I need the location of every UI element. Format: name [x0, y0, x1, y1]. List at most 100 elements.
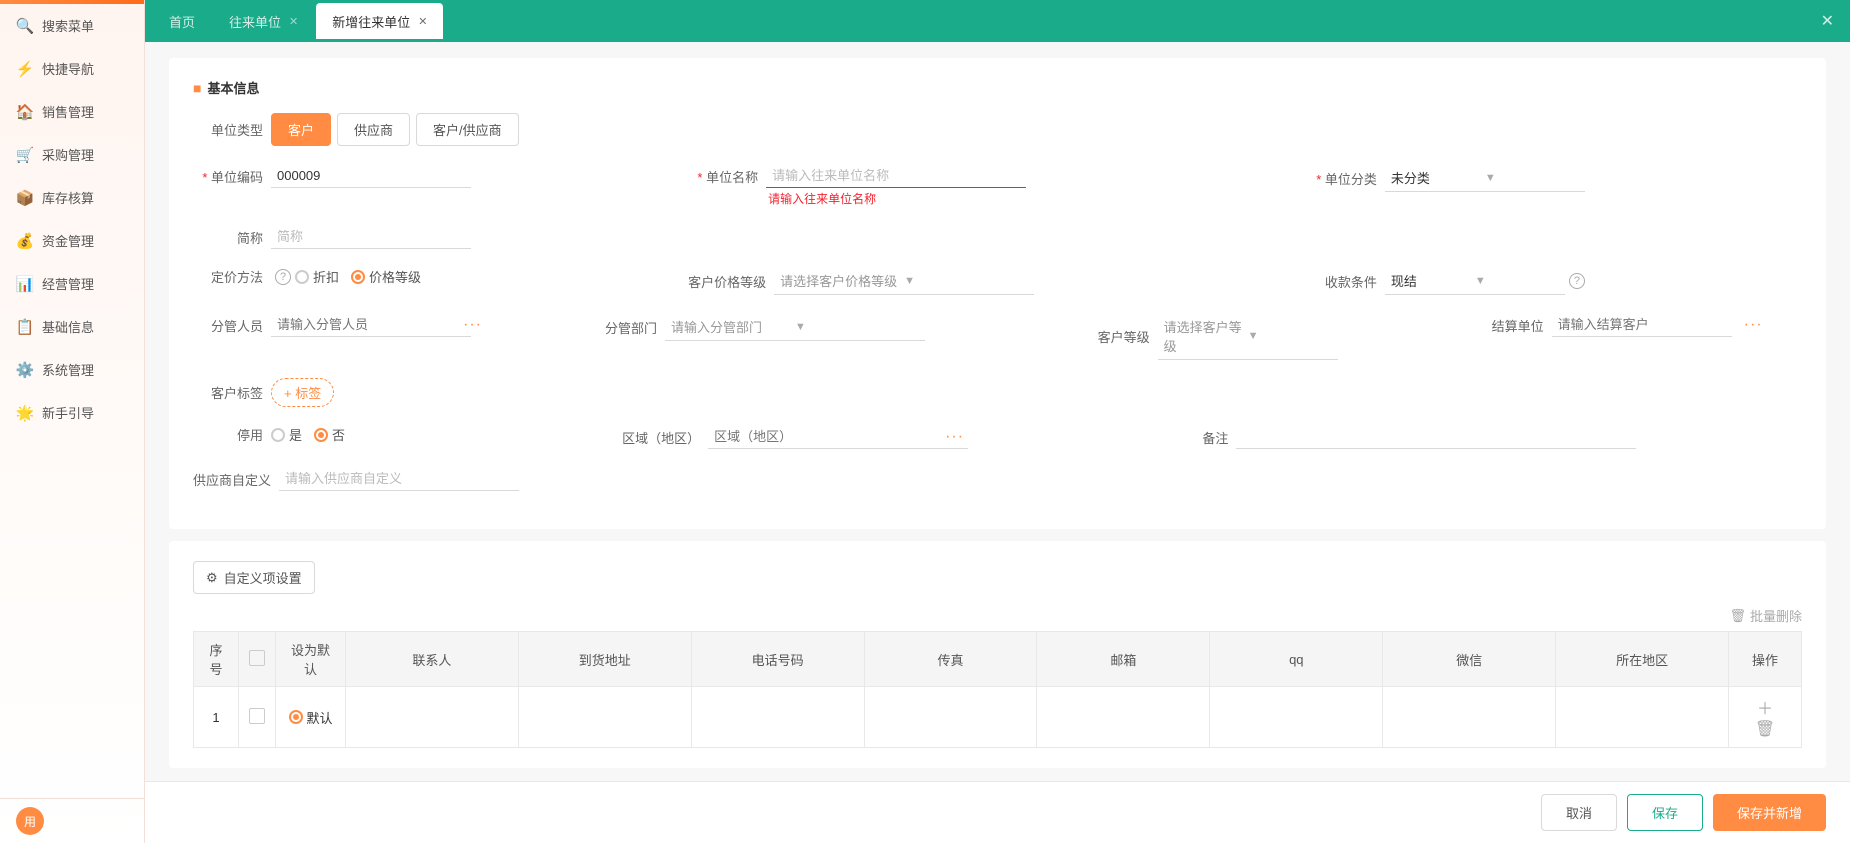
row-phone-input[interactable] — [702, 710, 854, 725]
sidebar-item-operations[interactable]: 📊 经营管理 — [0, 262, 144, 305]
row-add-button[interactable]: ＋ — [1753, 695, 1777, 719]
unit-type-row: 单位类型 客户 供应商 客户/供应商 — [193, 113, 1802, 146]
sidebar-item-system[interactable]: ⚙️ 系统管理 — [0, 348, 144, 391]
customer-level-placeholder: 请选择客户等级 — [1164, 317, 1248, 355]
unit-type-both[interactable]: 客户/供应商 — [416, 113, 519, 146]
dept-label: 分管部门 — [587, 318, 657, 337]
tab-new-trading-partner[interactable]: 新增往来单位 ✕ — [316, 3, 443, 39]
unit-code-input[interactable] — [271, 164, 471, 188]
tab-trading-partners-close[interactable]: ✕ — [289, 15, 298, 28]
row-qq[interactable] — [1210, 687, 1383, 748]
tag-add-button[interactable]: + 标签 — [271, 378, 334, 407]
row-delete-button[interactable]: 🗑 — [1751, 719, 1779, 739]
unit-type-customer[interactable]: 客户 — [271, 113, 331, 146]
unit-name-input[interactable] — [766, 164, 1026, 188]
region-input[interactable] — [708, 425, 941, 448]
row-region[interactable] — [1556, 687, 1729, 748]
disable-no[interactable]: 否 — [314, 425, 345, 444]
sidebar-item-newbie[interactable]: 🌟 新手引导 — [0, 391, 144, 434]
save-button[interactable]: 保存 — [1627, 794, 1703, 831]
row-wechat-input[interactable] — [1393, 710, 1545, 725]
settlement-unit-more-btn[interactable]: ··· — [1740, 316, 1767, 334]
customer-level-select[interactable]: 请选择客户等级 ▼ — [1158, 313, 1338, 360]
save-new-button[interactable]: 保存并新增 — [1713, 794, 1826, 831]
row-checkbox[interactable] — [249, 708, 265, 724]
dept-select[interactable]: 请输入分管部门 ▼ — [665, 313, 925, 341]
tab-trading-partners[interactable]: 往来单位 ✕ — [213, 3, 314, 39]
tab-new-trading-partner-close[interactable]: ✕ — [418, 15, 427, 28]
unit-code-label: 单位编码 — [193, 167, 263, 186]
operations-icon: 📊 — [16, 275, 34, 293]
row-contact[interactable] — [345, 687, 518, 748]
region-field: 区域（地区） ··· — [622, 425, 1158, 449]
unit-type-field: 单位类型 客户 供应商 客户/供应商 — [193, 113, 1802, 146]
disable-radio-group: 是 否 — [271, 425, 345, 444]
payment-terms-select[interactable]: 现结 ▼ — [1385, 267, 1565, 295]
row-contact-input[interactable] — [356, 710, 508, 725]
unit-category-field: 单位分类 未分类 ▼ — [1307, 164, 1802, 192]
row-default-radio-circle[interactable] — [289, 710, 303, 724]
th-fax: 传真 — [864, 632, 1037, 687]
supplier-custom-input[interactable] — [279, 467, 519, 491]
pricing-radio-level[interactable]: 价格等级 — [351, 267, 421, 286]
custom-settings-button[interactable]: ⚙ 自定义项设置 — [193, 561, 315, 594]
manager-more-btn[interactable]: ··· — [459, 316, 486, 334]
row-delivery-addr[interactable] — [518, 687, 691, 748]
settlement-unit-input[interactable] — [1552, 313, 1740, 336]
row-email[interactable] — [1037, 687, 1210, 748]
disable-yes-label: 是 — [289, 425, 302, 444]
custom-settings-section: ⚙ 自定义项设置 — [193, 561, 1802, 606]
unit-category-select[interactable]: 未分类 ▼ — [1385, 164, 1585, 192]
abbr-field: 简称 — [193, 225, 1802, 249]
cancel-button[interactable]: 取消 — [1541, 794, 1617, 831]
row-fax[interactable] — [864, 687, 1037, 748]
row-phone[interactable] — [691, 687, 864, 748]
pricing-level-radio-circle — [351, 270, 365, 284]
unit-category-value: 未分类 — [1391, 168, 1485, 187]
row-delivery-input[interactable] — [529, 710, 681, 725]
select-all-checkbox[interactable] — [249, 650, 265, 666]
settlement-unit-field: 结算单位 ··· — [1474, 313, 1802, 337]
sidebar-item-basic-info[interactable]: 📋 基础信息 — [0, 305, 144, 348]
tab-home[interactable]: 首页 — [153, 3, 211, 39]
remarks-input[interactable] — [1236, 425, 1636, 449]
th-contact: 联系人 — [345, 632, 518, 687]
row-default-label: 默认 — [307, 708, 333, 727]
pricing-radio-discount[interactable]: 折扣 — [295, 267, 339, 286]
batch-delete-button[interactable]: 🗑 批量删除 — [1729, 606, 1802, 625]
sidebar-item-sales[interactable]: 🏠 销售管理 — [0, 90, 144, 133]
row-wechat[interactable] — [1383, 687, 1556, 748]
sidebar-item-quick-nav[interactable]: ⚡ 快捷导航 — [0, 47, 144, 90]
row-email-input[interactable] — [1047, 710, 1199, 725]
customer-price-level-placeholder: 请选择客户价格等级 — [780, 271, 904, 290]
settlement-unit-label: 结算单位 — [1474, 316, 1544, 335]
sidebar-bottom: 用 — [0, 798, 144, 843]
sidebar-item-inventory[interactable]: 📦 库存核算 — [0, 176, 144, 219]
pricing-help-icon[interactable]: ? — [275, 269, 291, 285]
unit-type-supplier[interactable]: 供应商 — [337, 113, 410, 146]
section-title: ■ 基本信息 — [193, 78, 1802, 97]
manager-input[interactable] — [271, 313, 459, 336]
abbr-input[interactable] — [271, 225, 471, 249]
customer-price-level-select[interactable]: 请选择客户价格等级 ▼ — [774, 267, 1034, 295]
supplier-custom-field: 供应商自定义 — [193, 467, 1802, 491]
sidebar-item-search[interactable]: 🔍 搜索菜单 — [0, 4, 144, 47]
sidebar-item-purchase[interactable]: 🛒 采购管理 — [0, 133, 144, 176]
abbr-row: 简称 — [193, 225, 1802, 249]
disable-yes[interactable]: 是 — [271, 425, 302, 444]
sidebar-item-label: 销售管理 — [42, 102, 94, 121]
payment-help-icon[interactable]: ? — [1569, 273, 1585, 289]
sidebar-item-label: 经营管理 — [42, 274, 94, 293]
tab-bar: 首页 往来单位 ✕ 新增往来单位 ✕ ✕ — [145, 0, 1850, 42]
unit-code-name-row: 单位编码 单位名称 请输入往来单位名称 单位分类 — [193, 164, 1802, 207]
quick-nav-icon: ⚡ — [16, 60, 34, 78]
row-qq-input[interactable] — [1220, 710, 1372, 725]
disable-label: 停用 — [193, 425, 263, 444]
sidebar-item-finance[interactable]: 💰 资金管理 — [0, 219, 144, 262]
customer-level-field: 客户等级 请选择客户等级 ▼ — [1080, 313, 1474, 360]
row-region-input[interactable] — [1566, 710, 1718, 725]
payment-terms-value: 现结 — [1391, 271, 1475, 290]
tab-bar-close-button[interactable]: ✕ — [1813, 7, 1842, 35]
region-more-btn[interactable]: ··· — [941, 428, 968, 446]
row-fax-input[interactable] — [875, 710, 1027, 725]
